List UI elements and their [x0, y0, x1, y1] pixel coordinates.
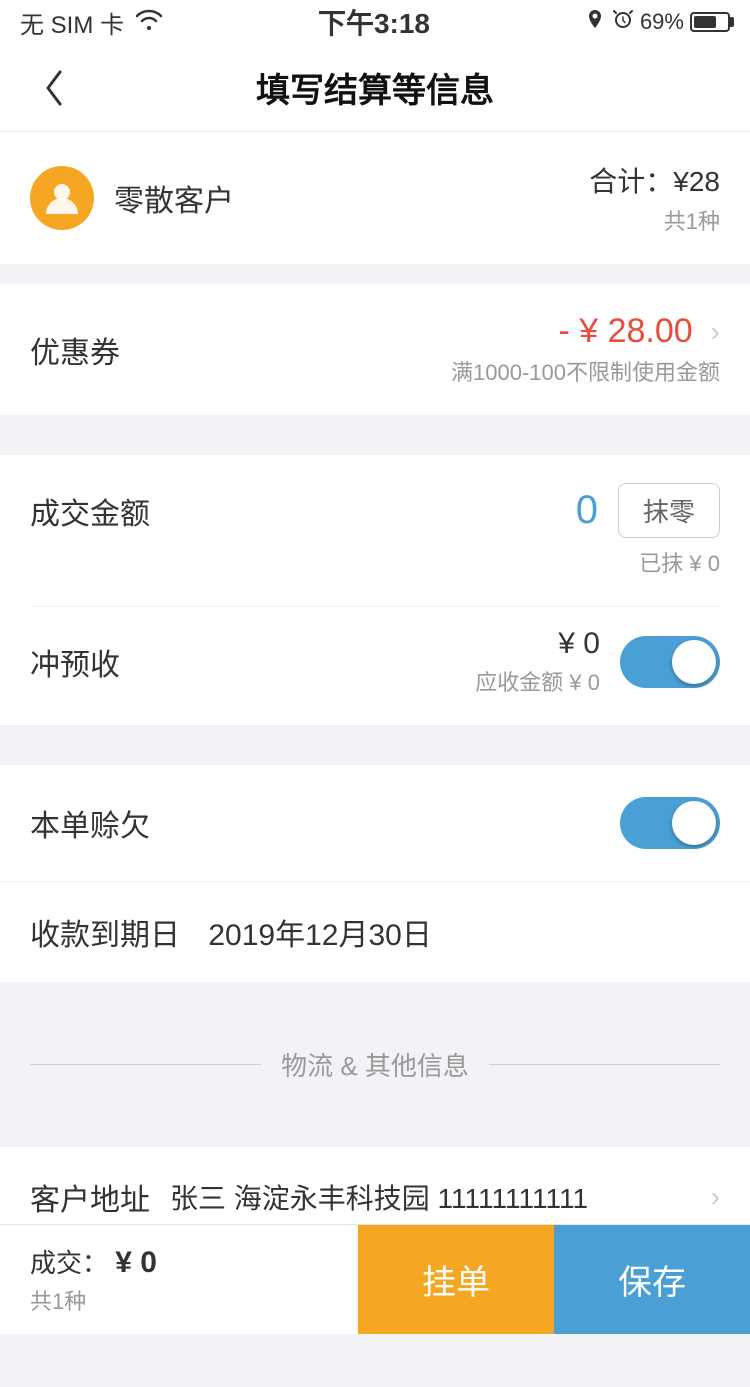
- logistics-line-left: [30, 1064, 261, 1065]
- location-icon: [584, 8, 606, 36]
- bottom-info: 成交： ¥ 0 共1种: [0, 1225, 358, 1334]
- battery-icon: [690, 12, 730, 32]
- debt-toggle[interactable]: [620, 797, 720, 849]
- address-chevron-icon: ›: [711, 1181, 720, 1213]
- wifi-icon: [134, 8, 164, 36]
- address-label: 客户地址: [30, 1175, 150, 1219]
- debt-card: 本单赊欠 收款到期日 2019年12月30日: [0, 765, 750, 982]
- status-left: 无 SIM 卡: [20, 5, 164, 40]
- page-title: 填写结算等信息: [256, 63, 494, 112]
- due-date-value: 2019年12月30日: [208, 919, 431, 952]
- content-area: 零散客户 合计：¥28 共1种 优惠券 - ¥ 28.00 › 满1000-10…: [0, 132, 750, 1387]
- due-date-label: 收款到期日: [30, 919, 180, 952]
- nav-bar: 填写结算等信息: [0, 44, 750, 132]
- prepaid-label: 冲预收: [30, 640, 120, 684]
- transaction-row: 成交金额 0 抹零 已抹 ¥ 0: [0, 455, 750, 606]
- bottom-deal: 成交： ¥ 0: [30, 1243, 328, 1280]
- prepaid-right: ¥ 0 应收金额 ¥ 0: [475, 627, 600, 697]
- section-divider-3: [0, 1002, 750, 1022]
- address-value: 张三 海淀永丰科技园 11111111111: [170, 1177, 711, 1217]
- section-divider-4: [0, 1127, 750, 1147]
- transaction-label: 成交金额: [30, 489, 150, 533]
- prepaid-receivable: 应收金额 ¥ 0: [475, 665, 600, 697]
- coupon-row[interactable]: 优惠券 - ¥ 28.00 › 满1000-100不限制使用金额: [0, 284, 750, 415]
- bottom-deal-amount: ¥ 0: [115, 1246, 157, 1279]
- transaction-top: 成交金额 0 抹零: [30, 483, 720, 538]
- logistics-section-card: 物流 & 其他信息: [0, 1022, 750, 1107]
- sim-status: 无 SIM 卡: [20, 5, 124, 40]
- customer-left: 零散客户: [30, 166, 234, 230]
- status-bar: 无 SIM 卡 下午3:18 69%: [0, 0, 750, 44]
- due-date-row: 收款到期日 2019年12月30日: [0, 881, 750, 982]
- coupon-label: 优惠券: [30, 328, 120, 372]
- debt-toggle-knob: [672, 801, 716, 845]
- logistics-section: 物流 & 其他信息: [0, 1022, 750, 1107]
- customer-card: 零散客户 合计：¥28 共1种: [0, 132, 750, 264]
- bottom-deal-label: 成交：: [30, 1248, 108, 1278]
- back-button[interactable]: [24, 58, 84, 118]
- chevron-icon: ›: [711, 316, 720, 348]
- logistics-divider-row: 物流 & 其他信息: [30, 1046, 720, 1083]
- hang-button[interactable]: 挂单: [358, 1225, 554, 1334]
- due-date-text: 收款到期日 2019年12月30日: [30, 919, 432, 952]
- avatar: [30, 166, 94, 230]
- prepaid-row: 冲预收 ¥ 0 应收金额 ¥ 0: [0, 607, 750, 725]
- section-divider-2: [0, 745, 750, 765]
- coupon-right: - ¥ 28.00 › 满1000-100不限制使用金额: [451, 312, 720, 387]
- round-zero-button[interactable]: 抹零: [618, 483, 720, 538]
- debt-label: 本单赊欠: [30, 801, 150, 845]
- customer-name: 零散客户: [114, 176, 234, 220]
- customer-right: 合计：¥28 共1种: [589, 160, 720, 236]
- battery-percentage: 69%: [640, 9, 684, 35]
- section-divider-1: [0, 435, 750, 455]
- customer-row: 零散客户 合计：¥28 共1种: [0, 132, 750, 264]
- logistics-label: 物流 & 其他信息: [281, 1046, 469, 1083]
- save-button[interactable]: 保存: [554, 1225, 750, 1334]
- debt-row: 本单赊欠: [0, 765, 750, 881]
- prepaid-amount: ¥ 0: [558, 627, 600, 661]
- logistics-line-right: [489, 1064, 720, 1065]
- status-time: 下午3:18: [318, 2, 430, 42]
- prepaid-toggle[interactable]: [620, 636, 720, 688]
- toggle-knob: [672, 640, 716, 684]
- transaction-card: 成交金额 0 抹零 已抹 ¥ 0 冲预收 ¥ 0 应收金额 ¥ 0: [0, 455, 750, 725]
- total-count: 共1种: [589, 204, 720, 236]
- total-amount: 合计：¥28: [589, 160, 720, 200]
- transaction-amount[interactable]: 0: [576, 488, 598, 533]
- bottom-bar: 成交： ¥ 0 共1种 挂单 保存: [0, 1224, 750, 1334]
- status-right: 69%: [584, 8, 730, 36]
- coupon-desc: 满1000-100不限制使用金额: [451, 355, 720, 387]
- coupon-amount: - ¥ 28.00: [558, 312, 692, 351]
- bottom-count: 共1种: [30, 1284, 328, 1316]
- transaction-sub: 已抹 ¥ 0: [30, 546, 720, 578]
- coupon-card[interactable]: 优惠券 - ¥ 28.00 › 满1000-100不限制使用金额: [0, 284, 750, 415]
- alarm-icon: [612, 8, 634, 36]
